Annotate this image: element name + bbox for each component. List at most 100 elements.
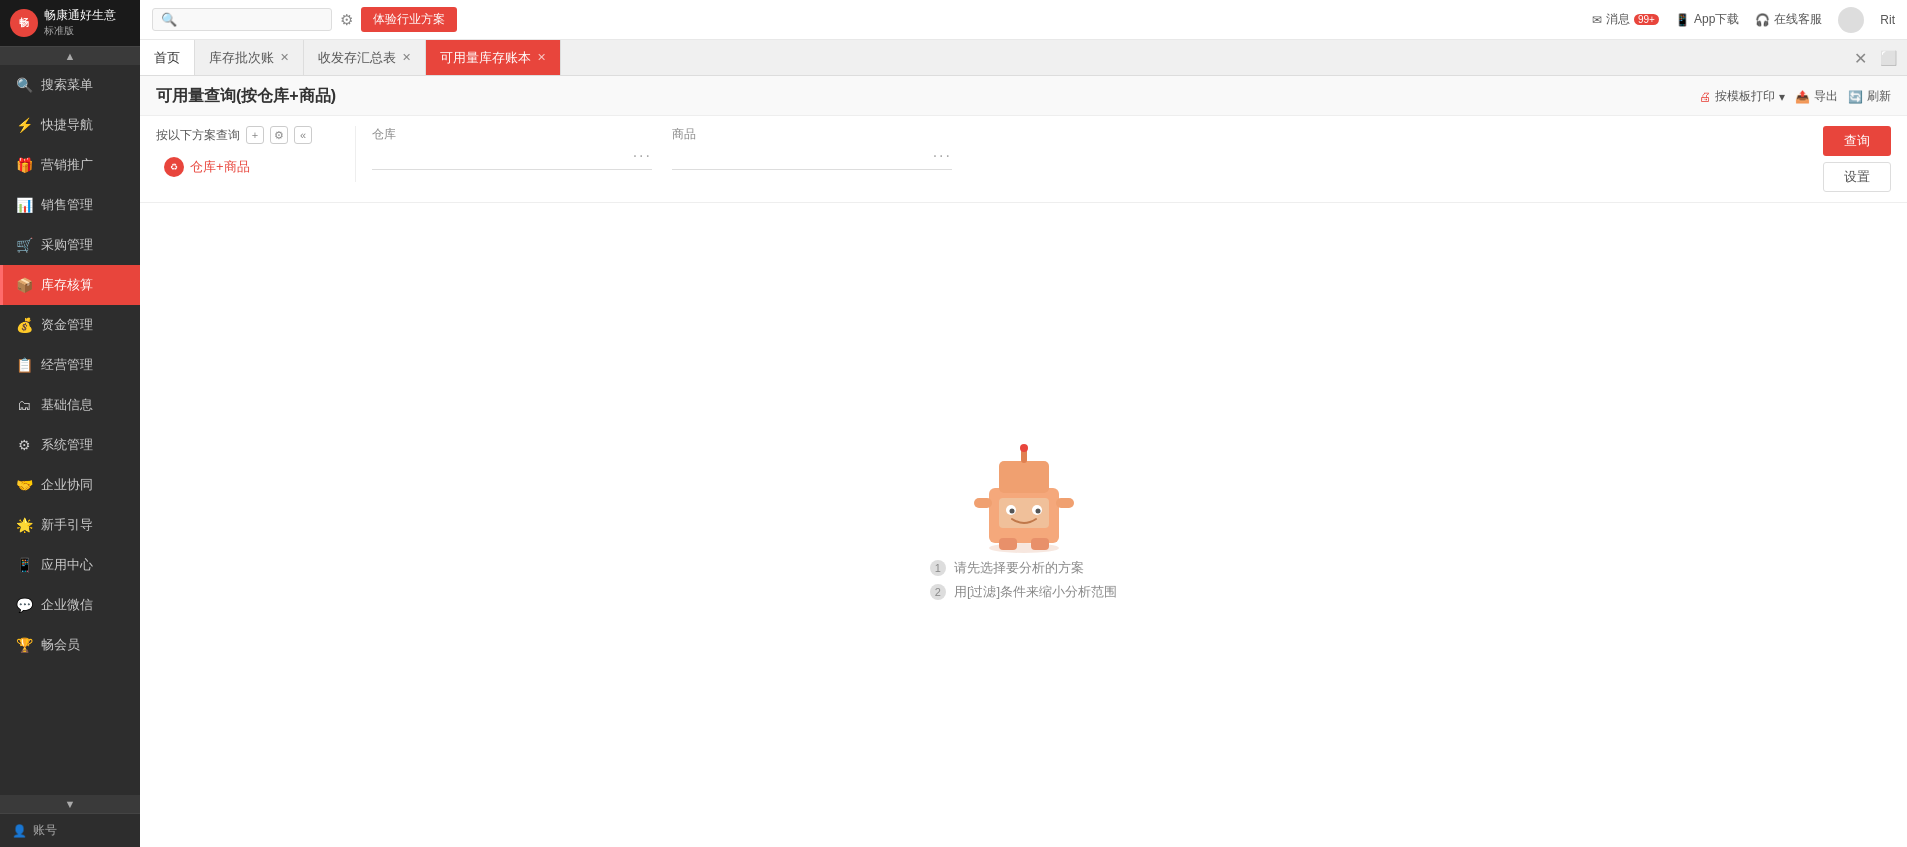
goods-input[interactable]: [672, 149, 927, 164]
lightning-icon: ⚡: [15, 117, 33, 133]
sidebar: 畅 畅康通好生意 标准版 ▲ 🔍 搜索菜单 ⚡ 快捷导航 🎁 营销推广 📊 销售…: [0, 0, 140, 847]
message-action[interactable]: ✉ 消息 99+: [1592, 11, 1659, 28]
settings-button[interactable]: 设置: [1823, 162, 1891, 192]
online-service-label: 在线客服: [1774, 11, 1822, 28]
tab-close-icon[interactable]: ✕: [402, 51, 411, 64]
box-icon: 📦: [15, 277, 33, 293]
tab-available-qty[interactable]: 可用量库存账本 ✕: [426, 40, 561, 75]
tab-collection-summary[interactable]: 收发存汇总表 ✕: [304, 40, 426, 75]
main-content: 🔍 ⚙ 体验行业方案 ✉ 消息 99+ 📱 App下载 🎧 在线客服 Rit: [140, 0, 1907, 847]
filter-scheme-panel: 按以下方案查询 + ⚙ « ♻ 仓库+商品: [156, 126, 356, 182]
svg-rect-7: [999, 461, 1049, 493]
topbar-search-box[interactable]: 🔍: [152, 8, 332, 31]
sidebar-item-member[interactable]: 🏆 畅会员: [0, 625, 140, 665]
trial-button[interactable]: 体验行业方案: [361, 7, 457, 32]
goods-field: 商品 ···: [672, 126, 952, 170]
goods-more-icon[interactable]: ···: [933, 147, 952, 165]
handshake-icon: 🤝: [15, 477, 33, 493]
sidebar-item-enterprise[interactable]: 🤝 企业协同: [0, 465, 140, 505]
folder-icon: 🗂: [15, 397, 33, 413]
search-input[interactable]: [181, 13, 311, 27]
sidebar-scroll-up[interactable]: ▲: [0, 47, 140, 65]
sidebar-item-label: 销售管理: [41, 196, 93, 214]
svg-rect-11: [1056, 498, 1074, 508]
tab-home[interactable]: 首页: [140, 40, 195, 75]
warehouse-more-icon[interactable]: ···: [633, 147, 652, 165]
sidebar-item-label: 基础信息: [41, 396, 93, 414]
scheme-label: 仓库+商品: [190, 158, 250, 176]
sidebar-item-system[interactable]: ⚙ 系统管理: [0, 425, 140, 465]
settings-scheme-button[interactable]: ⚙: [270, 126, 288, 144]
sidebar-item-wechat[interactable]: 💬 企业微信: [0, 585, 140, 625]
headset-icon: 🎧: [1755, 13, 1770, 27]
add-scheme-button[interactable]: +: [246, 126, 264, 144]
sidebar-item-label: 企业微信: [41, 596, 93, 614]
sidebar-item-guide[interactable]: 🌟 新手引导: [0, 505, 140, 545]
message-label: 消息: [1606, 11, 1630, 28]
username: Rit: [1880, 13, 1895, 27]
chat-icon: 💬: [15, 597, 33, 613]
sidebar-item-operations[interactable]: 📋 经营管理: [0, 345, 140, 385]
printer-icon: 🖨: [1699, 90, 1711, 104]
sidebar-item-label: 快捷导航: [41, 116, 93, 134]
expand-icon[interactable]: ⬜: [1880, 50, 1897, 66]
sidebar-item-purchase[interactable]: 🛒 采购管理: [0, 225, 140, 265]
trophy-icon: 🏆: [15, 637, 33, 653]
warehouse-input-wrapper: ···: [372, 147, 652, 170]
money-icon: 💰: [15, 317, 33, 333]
sidebar-scroll-down[interactable]: ▼: [0, 795, 140, 813]
filter-scheme-header: 按以下方案查询 + ⚙ «: [156, 126, 343, 144]
star-icon: 🌟: [15, 517, 33, 533]
sidebar-item-basic[interactable]: 🗂 基础信息: [0, 385, 140, 425]
svg-rect-10: [974, 498, 992, 508]
sidebar-item-label: 资金管理: [41, 316, 93, 334]
svg-point-5: [1009, 509, 1014, 514]
goods-label: 商品: [672, 126, 952, 143]
sidebar-item-inventory[interactable]: 📦 库存核算: [0, 265, 140, 305]
message-badge: 99+: [1634, 14, 1659, 25]
svg-point-6: [1035, 509, 1040, 514]
app-download-action[interactable]: 📱 App下载: [1675, 11, 1739, 28]
sidebar-footer[interactable]: 👤 账号: [0, 813, 140, 847]
sidebar-item-marketing[interactable]: 🎁 营销推广: [0, 145, 140, 185]
hint-number-1: 1: [930, 560, 946, 576]
warehouse-label: 仓库: [372, 126, 652, 143]
print-dropdown-icon[interactable]: ▾: [1779, 90, 1785, 104]
query-button[interactable]: 查询: [1823, 126, 1891, 156]
sidebar-item-label: 搜索菜单: [41, 76, 93, 94]
goods-input-wrapper: ···: [672, 147, 952, 170]
topbar: 🔍 ⚙ 体验行业方案 ✉ 消息 99+ 📱 App下载 🎧 在线客服 Rit: [140, 0, 1907, 40]
export-label: 导出: [1814, 88, 1838, 105]
message-icon: ✉: [1592, 13, 1602, 27]
sidebar-header: 畅 畅康通好生意 标准版: [0, 0, 140, 47]
online-service-action[interactable]: 🎧 在线客服: [1755, 11, 1822, 28]
sidebar-title: 畅康通好生意: [44, 8, 116, 24]
export-action[interactable]: 📤 导出: [1795, 88, 1838, 105]
tabbar: 首页 库存批次账 ✕ 收发存汇总表 ✕ 可用量库存账本 ✕ ✕ ⬜: [140, 40, 1907, 76]
tab-batch-ledger-label: 库存批次账: [209, 49, 274, 67]
user-icon: 👤: [12, 824, 27, 838]
scheme-warehouse-goods[interactable]: ♻ 仓库+商品: [156, 152, 343, 182]
tab-close-icon[interactable]: ✕: [537, 51, 546, 64]
hint-text-2: 用[过滤]条件来缩小分析范围: [954, 583, 1117, 601]
page-title: 可用量查询(按仓库+商品): [156, 86, 336, 107]
refresh-action[interactable]: 🔄 刷新: [1848, 88, 1891, 105]
sidebar-item-shortcut[interactable]: ⚡ 快捷导航: [0, 105, 140, 145]
refresh-label: 刷新: [1867, 88, 1891, 105]
collapse-scheme-button[interactable]: «: [294, 126, 312, 144]
page-actions: 🖨 按模板打印 ▾ 📤 导出 🔄 刷新: [1699, 88, 1891, 105]
warehouse-input[interactable]: [372, 149, 627, 164]
sidebar-item-finance[interactable]: 💰 资金管理: [0, 305, 140, 345]
sidebar-item-sales[interactable]: 📊 销售管理: [0, 185, 140, 225]
tab-close-icon[interactable]: ✕: [280, 51, 289, 64]
close-all-tabs-icon[interactable]: ✕: [1854, 48, 1867, 67]
sidebar-item-search[interactable]: 🔍 搜索菜单: [0, 65, 140, 105]
topbar-actions: ✉ 消息 99+ 📱 App下载 🎧 在线客服 Rit: [1592, 7, 1895, 33]
tab-collection-summary-label: 收发存汇总表: [318, 49, 396, 67]
print-action[interactable]: 🖨 按模板打印 ▾: [1699, 88, 1785, 105]
tab-batch-ledger[interactable]: 库存批次账 ✕: [195, 40, 304, 75]
avatar: [1838, 7, 1864, 33]
print-label: 按模板打印: [1715, 88, 1775, 105]
sidebar-item-apps[interactable]: 📱 应用中心: [0, 545, 140, 585]
settings-icon[interactable]: ⚙: [340, 11, 353, 29]
